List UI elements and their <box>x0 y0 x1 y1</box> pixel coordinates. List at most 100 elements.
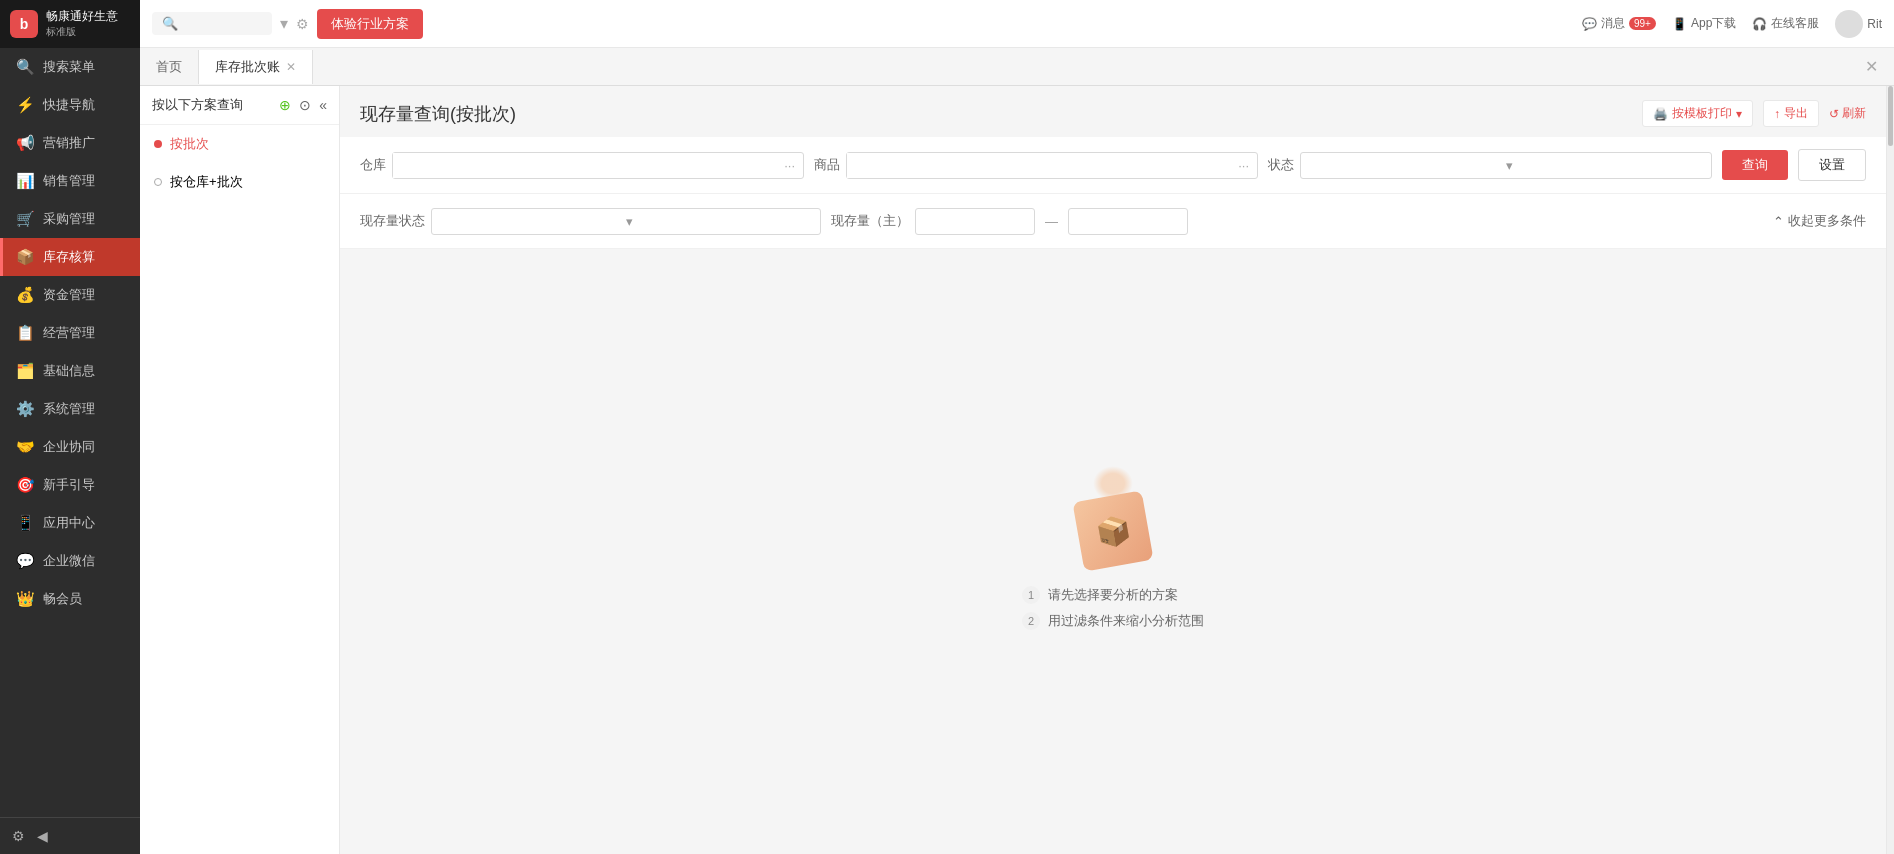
message-badge: 99+ <box>1629 17 1656 30</box>
product-input-group[interactable]: ··· <box>846 152 1258 179</box>
print-dropdown-icon[interactable]: ▾ <box>1736 107 1742 121</box>
tab-home-label: 首页 <box>156 58 182 76</box>
settings-footer-btn[interactable]: ⚙ <box>12 828 25 844</box>
filter-plan-warehouse-batch[interactable]: 按仓库+批次 <box>140 163 339 201</box>
sidebar-item-purchase[interactable]: 🛒 采购管理 <box>0 200 140 238</box>
export-btn[interactable]: ↑ 导出 <box>1763 100 1819 127</box>
filter-plan-batch-label: 按批次 <box>170 135 209 153</box>
empty-illustration: 📦 <box>1053 466 1173 566</box>
search-icon: 🔍 <box>15 58 35 76</box>
scrollbar-right[interactable] <box>1886 86 1894 854</box>
sidebar-item-appcenter[interactable]: 📱 应用中心 <box>0 504 140 542</box>
collapse-sidebar-btn[interactable]: ◀ <box>37 828 48 844</box>
mobile-download-icon: 📱 <box>1672 17 1687 31</box>
query-btn[interactable]: 查询 <box>1722 150 1788 180</box>
sidebar-item-enterprise[interactable]: 🤝 企业协同 <box>0 428 140 466</box>
sidebar-item-operations[interactable]: 📋 经营管理 <box>0 314 140 352</box>
product-input[interactable] <box>847 153 1230 178</box>
sidebar-item-weixin[interactable]: 💬 企业微信 <box>0 542 140 580</box>
inventory-status-select[interactable]: ▾ <box>431 208 821 235</box>
tab-close-btn[interactable]: ✕ <box>286 60 296 74</box>
title-actions: 🖨️ 按模板打印 ▾ ↑ 导出 ↺ 刷新 <box>1642 100 1866 127</box>
tab-inventory-batch-label: 库存批次账 <box>215 58 280 76</box>
app-download-btn[interactable]: 📱 App下载 <box>1672 15 1736 32</box>
sidebar-item-inventory[interactable]: 📦 库存核算 <box>0 238 140 276</box>
settings-btn[interactable]: 设置 <box>1798 149 1866 181</box>
product-more-icon[interactable]: ··· <box>1230 158 1257 173</box>
status-field: 状态 ▾ <box>1268 152 1712 179</box>
handshake-icon: 🤝 <box>15 438 35 456</box>
filter-plan-batch[interactable]: 按批次 <box>140 125 339 163</box>
message-icon: 💬 <box>1582 17 1597 31</box>
filter-panel-title: 按以下方案查询 <box>152 96 243 114</box>
quantity-field: 现存量（主） — <box>831 208 1292 235</box>
money-icon: 💰 <box>15 286 35 304</box>
app-download-label: App下载 <box>1691 15 1736 32</box>
sidebar-item-basic[interactable]: 🗂️ 基础信息 <box>0 352 140 390</box>
collapse-conditions-btn[interactable]: ⌃ 收起更多条件 <box>1773 204 1866 238</box>
print-icon: 🖨️ <box>1653 107 1668 121</box>
sidebar-item-quicknav[interactable]: ⚡ 快捷导航 <box>0 86 140 124</box>
quantity-to-input[interactable] <box>1068 208 1188 235</box>
inventory-status-field: 现存量状态 ▾ <box>360 208 821 235</box>
refresh-label: 刷新 <box>1842 105 1866 122</box>
sidebar-item-member[interactable]: 👑 畅会员 <box>0 580 140 618</box>
sidebar-item-label: 库存核算 <box>43 248 95 266</box>
box-icon: 📦 <box>15 248 35 266</box>
empty-face-icon: 📦 <box>1093 511 1133 550</box>
search-topbar-icon: 🔍 <box>162 16 178 31</box>
sidebar-item-system[interactable]: ⚙️ 系统管理 <box>0 390 140 428</box>
topbar-dropdown-icon[interactable]: ▾ <box>280 14 288 33</box>
sidebar-item-label: 营销推广 <box>43 134 95 152</box>
sidebar-header: b 畅康通好生意 标准版 <box>0 0 140 48</box>
experience-btn[interactable]: 体验行业方案 <box>317 9 423 39</box>
app-name: 畅康通好生意 <box>46 9 118 25</box>
refresh-btn[interactable]: ↺ 刷新 <box>1829 105 1866 122</box>
add-plan-btn[interactable]: ⊕ <box>279 97 291 113</box>
status-select[interactable]: ▾ <box>1300 152 1712 179</box>
gear-icon: ⚙️ <box>15 400 35 418</box>
topbar: 🔍 ▾ ⚙ 体验行业方案 💬 消息 99+ 📱 App下载 🎧 在线客服 Rit <box>140 0 1894 48</box>
topbar-right: 💬 消息 99+ 📱 App下载 🎧 在线客服 Rit <box>1582 10 1882 38</box>
tab-inventory-batch[interactable]: 库存批次账 ✕ <box>199 50 313 84</box>
filter-row-2: 现存量状态 ▾ 现存量（主） — ⌃ 收起更多条件 <box>340 194 1886 249</box>
tab-home[interactable]: 首页 <box>140 50 199 84</box>
sidebar-item-label: 快捷导航 <box>43 96 95 114</box>
sidebar-item-finance[interactable]: 💰 资金管理 <box>0 276 140 314</box>
sidebar-item-newguide[interactable]: 🎯 新手引导 <box>0 466 140 504</box>
topbar-search-box[interactable]: 🔍 <box>152 12 272 35</box>
tip-num-2: 2 <box>1022 612 1040 630</box>
warehouse-input[interactable] <box>393 153 776 178</box>
plan-settings-btn[interactable]: ⊙ <box>299 97 311 113</box>
lightning-icon: ⚡ <box>15 96 35 114</box>
sidebar-nav: 🔍 搜索菜单 ⚡ 快捷导航 📢 营销推广 📊 销售管理 🛒 采购管理 📦 库存核… <box>0 48 140 817</box>
quantity-from-input[interactable] <box>915 208 1035 235</box>
topbar-search-input[interactable] <box>182 17 262 31</box>
tip-num-1: 1 <box>1022 586 1040 604</box>
chart-icon: 📊 <box>15 172 35 190</box>
query-area: 现存量查询(按批次) 🖨️ 按模板打印 ▾ ↑ 导出 ↺ 刷新 <box>340 86 1886 854</box>
sidebar-item-label: 基础信息 <box>43 362 95 380</box>
online-service-btn[interactable]: 🎧 在线客服 <box>1752 15 1819 32</box>
sidebar-item-label: 系统管理 <box>43 400 95 418</box>
sidebar-item-label: 企业协同 <box>43 438 95 456</box>
main-area: 🔍 ▾ ⚙ 体验行业方案 💬 消息 99+ 📱 App下载 🎧 在线客服 Rit <box>140 0 1894 854</box>
topbar-settings-icon[interactable]: ⚙ <box>296 16 309 32</box>
sidebar-item-marketing[interactable]: 📢 营销推广 <box>0 124 140 162</box>
product-field: 商品 ··· <box>814 152 1258 179</box>
inactive-plan-indicator <box>154 178 162 186</box>
warehouse-more-icon[interactable]: ··· <box>776 158 803 173</box>
tab-area-close-icon[interactable]: ✕ <box>1865 57 1878 76</box>
sidebar-item-search[interactable]: 🔍 搜索菜单 <box>0 48 140 86</box>
user-menu[interactable]: Rit <box>1835 10 1882 38</box>
warehouse-input-group[interactable]: ··· <box>392 152 804 179</box>
collapse-panel-btn[interactable]: « <box>319 97 327 113</box>
scrollbar-track[interactable] <box>1887 86 1894 854</box>
page-title-bar: 现存量查询(按批次) 🖨️ 按模板打印 ▾ ↑ 导出 ↺ 刷新 <box>340 86 1886 137</box>
print-btn[interactable]: 🖨️ 按模板打印 ▾ <box>1642 100 1753 127</box>
target-icon: 🎯 <box>15 476 35 494</box>
sidebar-item-sales[interactable]: 📊 销售管理 <box>0 162 140 200</box>
sidebar-item-label: 新手引导 <box>43 476 95 494</box>
message-btn[interactable]: 💬 消息 99+ <box>1582 15 1656 32</box>
scrollbar-thumb[interactable] <box>1888 86 1893 146</box>
